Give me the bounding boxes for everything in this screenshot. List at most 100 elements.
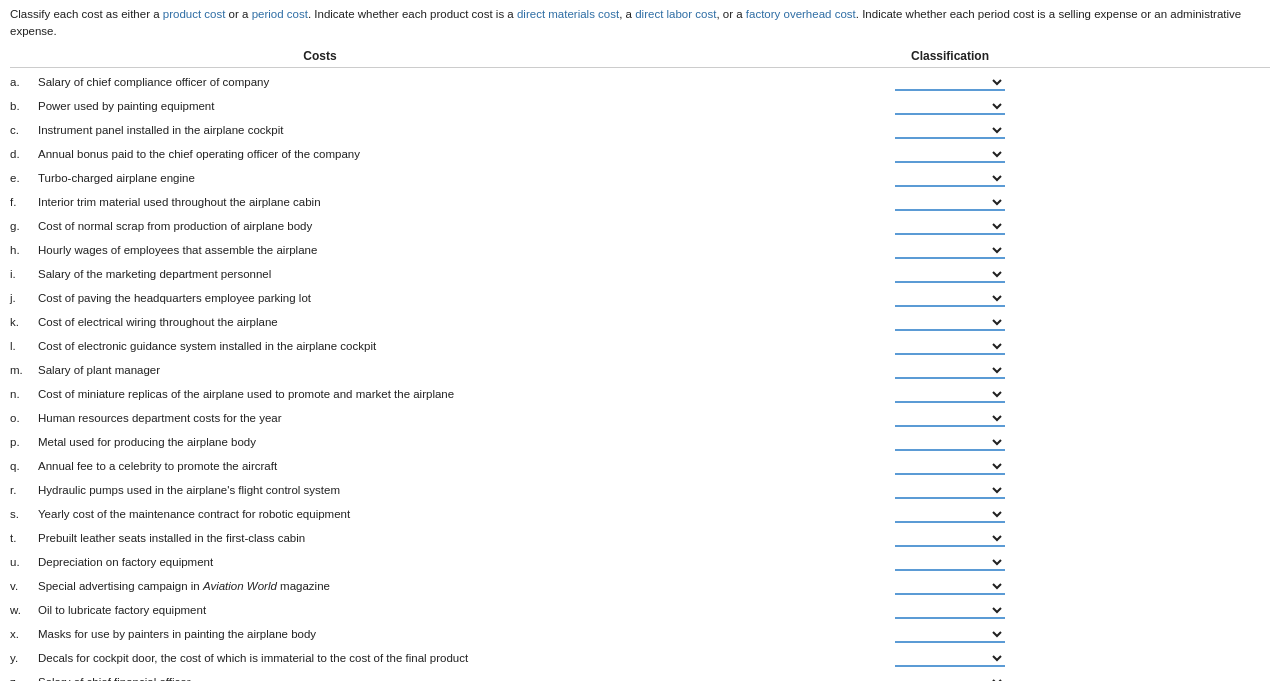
classification-dropdown[interactable]: Product cost - Direct materials costProd…: [895, 361, 1005, 379]
direct-materials-link: direct materials cost: [517, 8, 619, 20]
classification-dropdown[interactable]: Product cost - Direct materials costProd…: [895, 577, 1005, 595]
classification-dropdown[interactable]: Product cost - Direct materials costProd…: [895, 73, 1005, 91]
row-text: Salary of chief compliance officer of co…: [38, 76, 269, 88]
row-dropdown-container[interactable]: Product cost - Direct materials costProd…: [630, 169, 1270, 187]
row-letter: h.: [10, 244, 38, 256]
row-dropdown-container[interactable]: Product cost - Direct materials costProd…: [630, 409, 1270, 427]
row-dropdown-container[interactable]: Product cost - Direct materials costProd…: [630, 481, 1270, 499]
row-label: u.Depreciation on factory equipment: [10, 556, 630, 568]
classification-dropdown[interactable]: Product cost - Direct materials costProd…: [895, 241, 1005, 259]
row-dropdown-container[interactable]: Product cost - Direct materials costProd…: [630, 433, 1270, 451]
row-label: n.Cost of miniature replicas of the airp…: [10, 388, 630, 400]
row-dropdown-container[interactable]: Product cost - Direct materials costProd…: [630, 577, 1270, 595]
table-row: e.Turbo-charged airplane engine Product c…: [10, 166, 1270, 190]
classification-dropdown[interactable]: Product cost - Direct materials costProd…: [895, 97, 1005, 115]
row-text: Yearly cost of the maintenance contract …: [38, 508, 350, 520]
row-dropdown-container[interactable]: Product cost - Direct materials costProd…: [630, 337, 1270, 355]
row-label: v.Special advertising campaign in Aviati…: [10, 580, 630, 592]
row-text: Decals for cockpit door, the cost of whi…: [38, 652, 468, 664]
row-dropdown-container[interactable]: Product cost - Direct materials costProd…: [630, 121, 1270, 139]
row-label: f.Interior trim material used throughout…: [10, 196, 630, 208]
row-dropdown-container[interactable]: Product cost - Direct materials costProd…: [630, 457, 1270, 475]
classification-dropdown[interactable]: Product cost - Direct materials costProd…: [895, 673, 1005, 682]
row-label: q.Annual fee to a celebrity to promote t…: [10, 460, 630, 472]
table-row: p.Metal used for producing the airplane …: [10, 430, 1270, 454]
row-letter: s.: [10, 508, 38, 520]
row-text: Cost of electronic guidance system insta…: [38, 340, 376, 352]
row-letter: a.: [10, 76, 38, 88]
intro-text: Classify each cost as either a product c…: [10, 6, 1270, 41]
row-label: i.Salary of the marketing department per…: [10, 268, 630, 280]
row-text: Turbo-charged airplane engine: [38, 172, 195, 184]
row-letter: l.: [10, 340, 38, 352]
classification-header: Classification: [630, 49, 1270, 63]
row-label: c.Instrument panel installed in the airp…: [10, 124, 630, 136]
row-dropdown-container[interactable]: Product cost - Direct materials costProd…: [630, 625, 1270, 643]
classification-dropdown[interactable]: Product cost - Direct materials costProd…: [895, 553, 1005, 571]
row-text: Human resources department costs for the…: [38, 412, 282, 424]
table-header: Costs Classification: [10, 49, 1270, 68]
classification-dropdown[interactable]: Product cost - Direct materials costProd…: [895, 265, 1005, 283]
row-letter: i.: [10, 268, 38, 280]
row-dropdown-container[interactable]: Product cost - Direct materials costProd…: [630, 289, 1270, 307]
classification-dropdown[interactable]: Product cost - Direct materials costProd…: [895, 601, 1005, 619]
classification-dropdown[interactable]: Product cost - Direct materials costProd…: [895, 409, 1005, 427]
costs-header: Costs: [10, 49, 630, 63]
row-dropdown-container[interactable]: Product cost - Direct materials costProd…: [630, 649, 1270, 667]
classification-dropdown[interactable]: Product cost - Direct materials costProd…: [895, 385, 1005, 403]
row-label: x.Masks for use by painters in painting …: [10, 628, 630, 640]
row-dropdown-container[interactable]: Product cost - Direct materials costProd…: [630, 529, 1270, 547]
table-row: f.Interior trim material used throughout…: [10, 190, 1270, 214]
row-letter: o.: [10, 412, 38, 424]
classification-dropdown[interactable]: Product cost - Direct materials costProd…: [895, 169, 1005, 187]
row-label: o.Human resources department costs for t…: [10, 412, 630, 424]
row-dropdown-container[interactable]: Product cost - Direct materials costProd…: [630, 673, 1270, 682]
row-text: Cost of paving the headquarters employee…: [38, 292, 311, 304]
row-label: r.Hydraulic pumps used in the airplane's…: [10, 484, 630, 496]
classification-dropdown[interactable]: Product cost - Direct materials costProd…: [895, 289, 1005, 307]
row-letter: v.: [10, 580, 38, 592]
row-dropdown-container[interactable]: Product cost - Direct materials costProd…: [630, 313, 1270, 331]
row-dropdown-container[interactable]: Product cost - Direct materials costProd…: [630, 601, 1270, 619]
classification-dropdown[interactable]: Product cost - Direct materials costProd…: [895, 457, 1005, 475]
table-row: g.Cost of normal scrap from production o…: [10, 214, 1270, 238]
classification-dropdown[interactable]: Product cost - Direct materials costProd…: [895, 649, 1005, 667]
row-letter: r.: [10, 484, 38, 496]
direct-labor-link: direct labor cost: [635, 8, 716, 20]
classification-dropdown[interactable]: Product cost - Direct materials costProd…: [895, 313, 1005, 331]
row-dropdown-container[interactable]: Product cost - Direct materials costProd…: [630, 241, 1270, 259]
classification-dropdown[interactable]: Product cost - Direct materials costProd…: [895, 529, 1005, 547]
row-letter: m.: [10, 364, 38, 376]
row-text: Hourly wages of employees that assemble …: [38, 244, 317, 256]
row-label: k.Cost of electrical wiring throughout t…: [10, 316, 630, 328]
row-dropdown-container[interactable]: Product cost - Direct materials costProd…: [630, 505, 1270, 523]
classification-dropdown[interactable]: Product cost - Direct materials costProd…: [895, 625, 1005, 643]
row-dropdown-container[interactable]: Product cost - Direct materials costProd…: [630, 553, 1270, 571]
row-dropdown-container[interactable]: Product cost - Direct materials costProd…: [630, 361, 1270, 379]
classification-dropdown[interactable]: Product cost - Direct materials costProd…: [895, 217, 1005, 235]
row-dropdown-container[interactable]: Product cost - Direct materials costProd…: [630, 265, 1270, 283]
row-dropdown-container[interactable]: Product cost - Direct materials costProd…: [630, 193, 1270, 211]
row-dropdown-container[interactable]: Product cost - Direct materials costProd…: [630, 73, 1270, 91]
row-text: Interior trim material used throughout t…: [38, 196, 321, 208]
row-dropdown-container[interactable]: Product cost - Direct materials costProd…: [630, 385, 1270, 403]
row-text: Annual bonus paid to the chief operating…: [38, 148, 360, 160]
classification-dropdown[interactable]: Product cost - Direct materials costProd…: [895, 505, 1005, 523]
classification-dropdown[interactable]: Product cost - Direct materials costProd…: [895, 481, 1005, 499]
row-dropdown-container[interactable]: Product cost - Direct materials costProd…: [630, 217, 1270, 235]
classification-dropdown[interactable]: Product cost - Direct materials costProd…: [895, 433, 1005, 451]
row-label: y.Decals for cockpit door, the cost of w…: [10, 652, 630, 664]
row-text: Masks for use by painters in painting th…: [38, 628, 316, 640]
row-letter: e.: [10, 172, 38, 184]
classification-dropdown[interactable]: Product cost - Direct materials costProd…: [895, 145, 1005, 163]
row-dropdown-container[interactable]: Product cost - Direct materials costProd…: [630, 97, 1270, 115]
cost-classification-table: Costs Classification a.Salary of chief c…: [10, 49, 1270, 682]
classification-dropdown[interactable]: Product cost - Direct materials costProd…: [895, 337, 1005, 355]
row-text: Instrument panel installed in the airpla…: [38, 124, 283, 136]
classification-dropdown[interactable]: Product cost - Direct materials costProd…: [895, 121, 1005, 139]
classification-dropdown[interactable]: Product cost - Direct materials costProd…: [895, 193, 1005, 211]
row-dropdown-container[interactable]: Product cost - Direct materials costProd…: [630, 145, 1270, 163]
row-letter: p.: [10, 436, 38, 448]
row-text: Metal used for producing the airplane bo…: [38, 436, 256, 448]
table-row: o.Human resources department costs for t…: [10, 406, 1270, 430]
